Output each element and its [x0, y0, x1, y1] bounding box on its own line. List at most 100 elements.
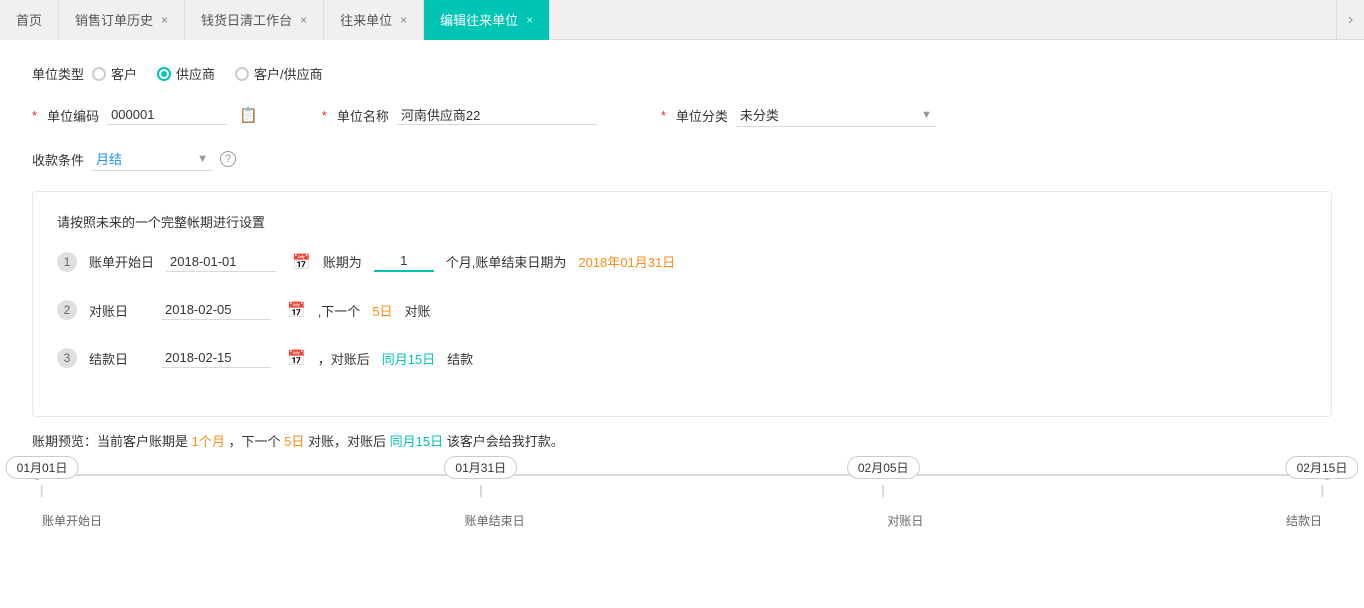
timeline-label-4: 结款日	[1286, 512, 1322, 529]
timeline-badge-1: 01月01日	[6, 456, 79, 479]
payment-terms-value: 月结	[96, 149, 193, 168]
billing-period-label: 账期为	[323, 252, 362, 271]
timeline-stem-1	[41, 485, 43, 497]
timeline-label-3: 对账日	[887, 512, 923, 529]
timeline-label-2: 账单结束日	[465, 512, 525, 529]
radio-customer-circle	[92, 67, 106, 81]
close-tab-partners[interactable]: ×	[400, 13, 407, 27]
unit-code-input[interactable]	[107, 105, 227, 125]
tab-edit-partner[interactable]: 编辑往来单位 ×	[424, 0, 550, 40]
page-content: 单位类型 客户 供应商 客户/供应商 * 单位编码	[0, 40, 1364, 608]
unit-type-row: 单位类型 客户 供应商 客户/供应商	[32, 64, 1332, 83]
timeline-labels: 账单开始日 账单结束日 对账日 结款日	[32, 512, 1332, 529]
billing-payment-day: 同月15日	[382, 349, 435, 368]
timeline-nodes: 01月01日 01月31日 02月05日 02月15	[42, 456, 1322, 497]
timeline-line: 01月01日 01月31日 02月05日 02月15	[42, 474, 1322, 476]
radio-supplier-label: 供应商	[176, 64, 215, 83]
billing-period-suffix: 个月,账单结束日期为	[446, 252, 567, 271]
timeline-section: 01月01日 01月31日 02月05日 02月15	[32, 470, 1332, 569]
payment-terms-select[interactable]: 月结 ▼	[92, 147, 212, 171]
radio-customer[interactable]: 客户	[92, 64, 137, 83]
unit-category-select[interactable]: 未分类 ▼	[736, 103, 936, 127]
billing-row-2: 2 对账日 📅 ,下一个 5日 对账	[57, 300, 1307, 320]
radio-customer-label: 客户	[111, 64, 137, 83]
tab-partners[interactable]: 往来单位 ×	[324, 0, 424, 40]
billing-row-num-2: 2	[57, 300, 77, 320]
preview-prefix: 账期预览：当前客户账期是	[32, 434, 188, 449]
unit-type-label: 单位类型	[32, 64, 84, 83]
close-tab-edit-partner[interactable]: ×	[526, 13, 533, 27]
tab-home[interactable]: 首页	[0, 0, 59, 40]
timeline-stem-3	[882, 485, 884, 497]
billing-reconcile-day: 5日	[372, 301, 392, 320]
radio-customer-supplier[interactable]: 客户/供应商	[235, 64, 323, 83]
billing-reconcile-date-input[interactable]	[161, 300, 271, 320]
payment-terms-item: 收款条件 月结 ▼ ?	[32, 147, 236, 171]
preview-sep1: ，下一个	[229, 434, 281, 449]
unit-name-star: *	[322, 108, 327, 123]
billing-payment-suffix: 结款	[447, 349, 473, 368]
billing-instruction: 请按照未来的一个完整帐期进行设置	[57, 212, 1307, 231]
billing-row-num-1: 1	[57, 252, 77, 272]
billing-reconcile-suffix: 对账	[405, 301, 431, 320]
billing-row-num-3: 3	[57, 348, 77, 368]
unit-code-label: 单位编码	[47, 106, 99, 125]
billing-payment-prefix: ，对账后	[318, 349, 370, 368]
tabs-bar: 首页 销售订单历史 × 钱货日清工作台 × 往来单位 × 编辑往来单位 × ›	[0, 0, 1364, 40]
billing-label-3: 结款日	[89, 349, 149, 368]
timeline-label-1: 账单开始日	[42, 512, 102, 529]
billing-row-1: 1 账单开始日 📅 账期为 个月,账单结束日期为 2018年01月31日	[57, 251, 1307, 272]
preview-part3: 同月15日	[390, 434, 443, 449]
billing-month-input[interactable]	[374, 251, 434, 272]
billing-reconcile-date-cal-icon[interactable]: 📅	[287, 301, 306, 319]
preview-part1: 1个月	[192, 434, 225, 449]
billing-section: 请按照未来的一个完整帐期进行设置 1 账单开始日 📅 账期为 个月,账单结束日期…	[32, 191, 1332, 417]
preview-sep2: 对账，对账后	[308, 434, 386, 449]
billing-payment-date-cal-icon[interactable]: 📅	[287, 349, 306, 367]
tab-scroll-right[interactable]: ›	[1336, 0, 1364, 40]
unit-category-item: * 单位分类 未分类 ▼	[661, 103, 936, 127]
billing-payment-date-input[interactable]	[161, 348, 271, 368]
timeline-badge-4: 02月15日	[1286, 456, 1359, 479]
unit-category-arrow-icon: ▼	[921, 109, 932, 121]
billing-label-2: 对账日	[89, 301, 149, 320]
radio-customer-supplier-label: 客户/供应商	[254, 64, 323, 83]
unit-code-copy-icon[interactable]: 📋	[239, 106, 258, 124]
unit-type-item: 单位类型 客户 供应商 客户/供应商	[32, 64, 323, 83]
unit-category-label: 单位分类	[676, 106, 728, 125]
timeline-badge-3: 02月05日	[847, 456, 920, 479]
timeline-node-2: 01月31日	[444, 456, 517, 497]
billing-start-date-cal-icon[interactable]: 📅	[292, 253, 311, 271]
timeline-badge-2: 01月31日	[444, 456, 517, 479]
timeline-stem-4	[1321, 485, 1323, 497]
preview-part2: 5日	[284, 434, 304, 449]
unit-code-star: *	[32, 108, 37, 123]
tab-sales-history[interactable]: 销售订单历史 ×	[59, 0, 185, 40]
unit-code-item: * 单位编码 📋	[32, 105, 258, 125]
radio-supplier[interactable]: 供应商	[157, 64, 215, 83]
unit-name-input[interactable]	[397, 105, 597, 125]
tab-cash-work[interactable]: 钱货日清工作台 ×	[185, 0, 324, 40]
unit-type-radio-group: 客户 供应商 客户/供应商	[92, 64, 323, 83]
unit-name-label: 单位名称	[337, 106, 389, 125]
radio-supplier-circle	[157, 67, 171, 81]
radio-customer-supplier-circle	[235, 67, 249, 81]
timeline-node-1: 01月01日	[6, 456, 79, 497]
billing-row-3: 3 结款日 📅 ，对账后 同月15日 结款	[57, 348, 1307, 368]
timeline-node-4: 02月15日	[1286, 456, 1359, 497]
preview-suffix: 该客户会给我打款。	[447, 434, 564, 449]
close-tab-sales-history[interactable]: ×	[161, 13, 168, 27]
billing-reconcile-prefix: ,下一个	[318, 301, 361, 320]
timeline-stem-2	[480, 485, 482, 497]
timeline-track: 01月01日 01月31日 02月05日 02月15	[32, 470, 1332, 480]
billing-label-1: 账单开始日	[89, 252, 154, 271]
timeline-node-3: 02月05日	[847, 456, 920, 497]
payment-terms-row: 收款条件 月结 ▼ ?	[32, 147, 1332, 171]
unit-name-item: * 单位名称	[322, 105, 597, 125]
payment-terms-label: 收款条件	[32, 150, 84, 169]
billing-end-date: 2018年01月31日	[578, 252, 675, 271]
close-tab-cash-work[interactable]: ×	[300, 13, 307, 27]
billing-start-date-input[interactable]	[166, 252, 276, 272]
unit-category-star: *	[661, 108, 666, 123]
help-icon[interactable]: ?	[220, 151, 236, 167]
